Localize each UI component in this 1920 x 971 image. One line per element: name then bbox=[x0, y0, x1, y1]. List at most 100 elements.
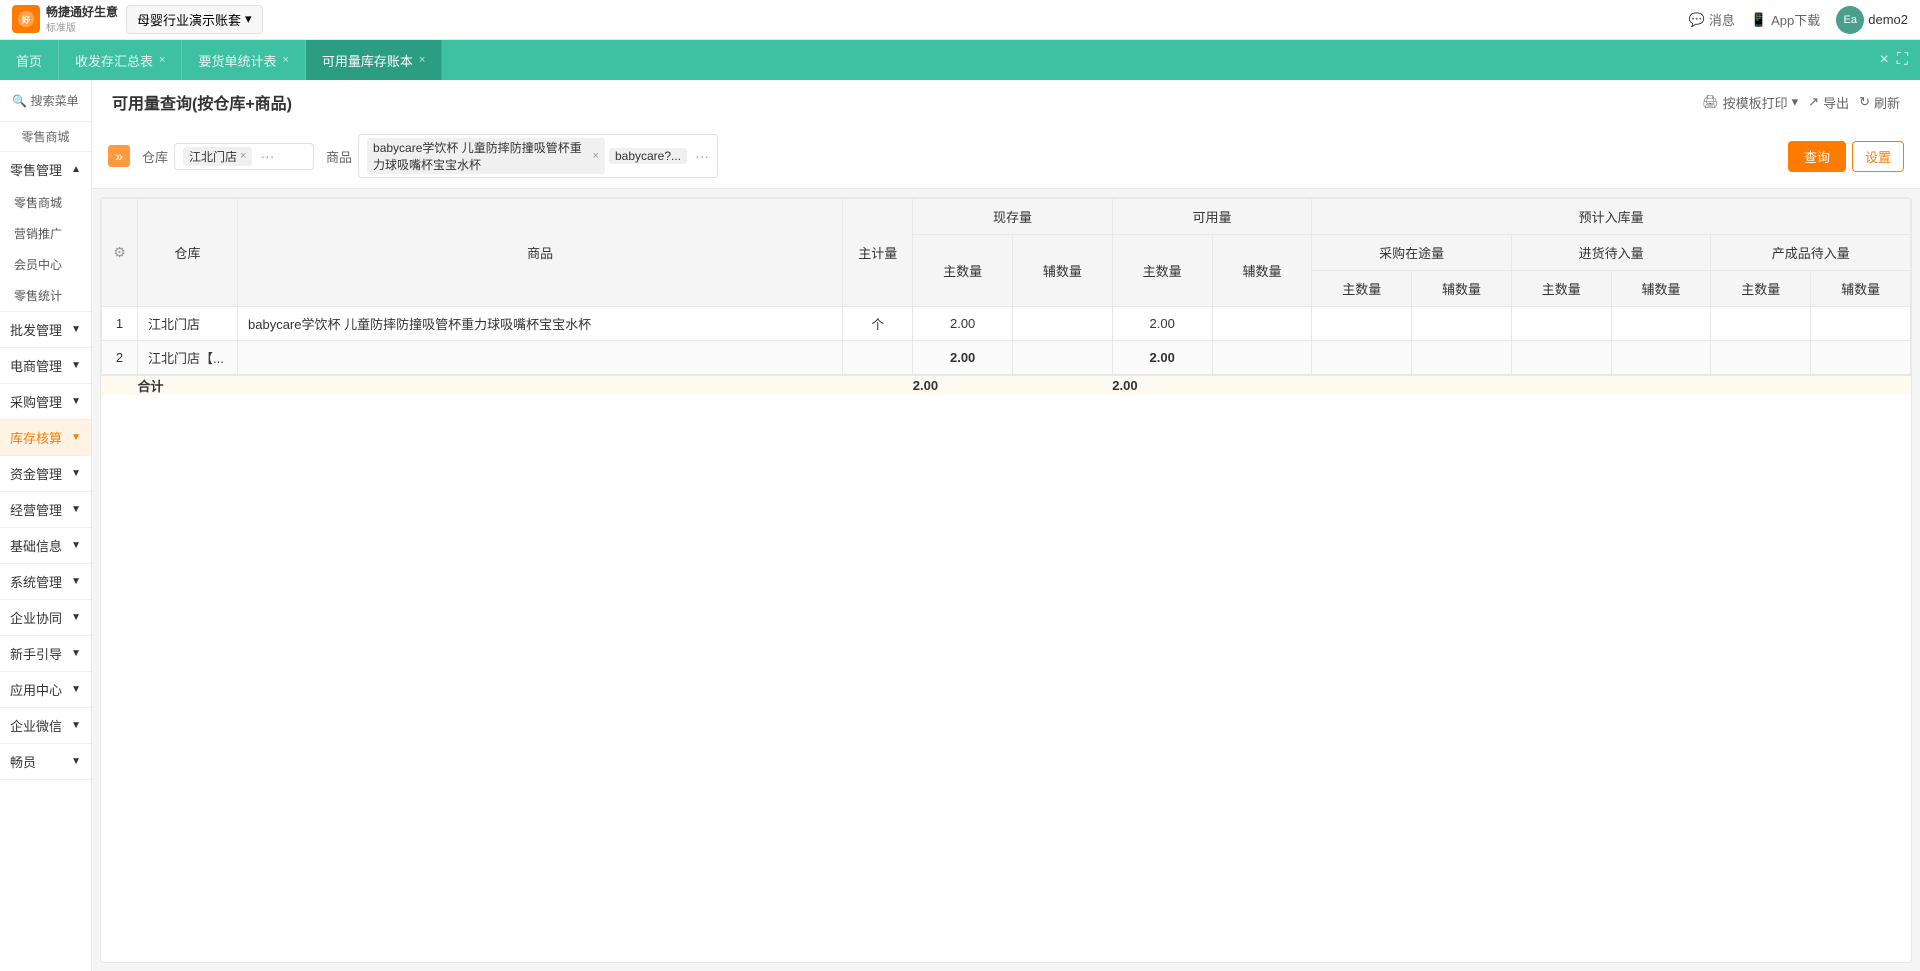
sidebar-group-header-zijinguanli[interactable]: 资金管理 ▼ bbox=[0, 456, 91, 491]
product-tag1-close[interactable]: × bbox=[593, 150, 599, 162]
search-icon: 🔍 bbox=[12, 94, 27, 108]
td-seq-2: 2 bbox=[102, 341, 138, 376]
sidebar-group-xinshouyindao: 新手引导 ▼ bbox=[0, 636, 91, 672]
nav-close-btn[interactable]: × bbox=[1879, 51, 1888, 69]
tab-yaohuo-close[interactable]: × bbox=[282, 54, 288, 66]
chevron-down-icon-xinshou: ▼ bbox=[71, 648, 81, 659]
td-footer-incoming-sub bbox=[1611, 375, 1711, 395]
sidebar-group-header-lingshouguan[interactable]: 零售管理 ▲ bbox=[0, 152, 91, 187]
filter-toggle-button[interactable]: » bbox=[108, 145, 130, 167]
tab-shoufacun[interactable]: 收发存汇总表 × bbox=[59, 40, 182, 80]
sidebar-group-header-pifaguanli[interactable]: 批发管理 ▼ bbox=[0, 312, 91, 347]
top-bar: 好 畅捷通好生意 标准版 母婴行业演示账套 ▾ 💬 消息 📱 App下载 Ea … bbox=[0, 0, 1920, 40]
td-seq-1: 1 bbox=[102, 307, 138, 341]
warehouse-tag-close[interactable]: × bbox=[240, 150, 246, 162]
sidebar-group-header-jingguanli[interactable]: 经营管理 ▼ bbox=[0, 492, 91, 527]
logo-texts: 畅捷通好生意 标准版 bbox=[46, 5, 118, 34]
nav-fullscreen-btn[interactable]: ⛶ bbox=[1897, 51, 1908, 69]
logo-sub-text: 标准版 bbox=[46, 19, 118, 34]
sidebar-group-header-jichuxinxi[interactable]: 基础信息 ▼ bbox=[0, 528, 91, 563]
sidebar-group-header-yingyong[interactable]: 应用中心 ▼ bbox=[0, 672, 91, 707]
tab-kecun[interactable]: 可用量库存账本 × bbox=[306, 40, 442, 80]
warehouse-label: 仓库 bbox=[142, 147, 168, 166]
th-product: 商品 bbox=[238, 199, 843, 307]
chevron-down-icon-yingyong: ▼ bbox=[71, 684, 81, 695]
company-selector[interactable]: 母婴行业演示账套 ▾ bbox=[126, 5, 263, 34]
sidebar-item-huiyuanzhongxin[interactable]: 会员中心 bbox=[0, 249, 91, 280]
td-available-sub-1 bbox=[1212, 307, 1312, 341]
td-footer-product-sub bbox=[1811, 375, 1911, 395]
filter-actions: 查询 设置 bbox=[1788, 141, 1904, 172]
main-layout: 🔍 搜索菜单 零售商城 零售管理 ▲ 零售商城 营销推广 会员中心 零售统计 批… bbox=[0, 80, 1920, 971]
td-available-sub-2 bbox=[1212, 341, 1312, 376]
sidebar-group-header-kucunhesuan[interactable]: 库存核算 ▼ bbox=[0, 420, 91, 455]
table-row: 1 江北门店 babycare学饮杯 儿童防摔防撞吸管杯重力球吸嘴杯宝宝水杯 个… bbox=[102, 307, 1911, 341]
sidebar-group-header-dianshouguanli[interactable]: 电商管理 ▼ bbox=[0, 348, 91, 383]
sidebar-group-header-xitongguanli[interactable]: 系统管理 ▼ bbox=[0, 564, 91, 599]
sidebar-group-header-qiyexietong[interactable]: 企业协同 ▼ bbox=[0, 600, 91, 635]
td-incoming-sub-2 bbox=[1611, 341, 1711, 376]
td-current-sub-1 bbox=[1013, 307, 1113, 341]
sidebar-group-kucunhesuan: 库存核算 ▼ bbox=[0, 420, 91, 456]
refresh-button[interactable]: ↻ 刷新 bbox=[1859, 93, 1900, 112]
product-input[interactable]: babycare学饮杯 儿童防摔防撞吸管杯重力球吸嘴杯宝宝水杯 × babyca… bbox=[358, 134, 718, 178]
sidebar-group-header-changyuan[interactable]: 畅员 ▼ bbox=[0, 744, 91, 779]
quick-nav-button[interactable]: 零售商城 bbox=[0, 122, 91, 152]
sidebar-item-yingxiaotuiguang[interactable]: 营销推广 bbox=[0, 218, 91, 249]
sidebar-item-lingshoutongji[interactable]: 零售统计 bbox=[0, 280, 91, 311]
sidebar-group-qiyeweixin: 企业微信 ▼ bbox=[0, 708, 91, 744]
sidebar-group-label-caigoguanli: 采购管理 bbox=[10, 392, 62, 411]
th-main-unit: 主计量 bbox=[843, 199, 913, 307]
th-available-group: 可用量 bbox=[1112, 199, 1312, 235]
export-icon: ↗ bbox=[1808, 94, 1819, 110]
sidebar-item-lingshoushanghcheng[interactable]: 零售商城 bbox=[0, 187, 91, 218]
td-unit-2 bbox=[843, 341, 913, 376]
sidebar-group-label-qiyeweixin: 企业微信 bbox=[10, 716, 62, 735]
warehouse-more-icon[interactable]: ··· bbox=[260, 148, 274, 164]
tab-kecun-close[interactable]: × bbox=[419, 54, 425, 66]
page-header: 可用量查询(按仓库+商品) 🖨 按模板打印 ▾ ↗ 导出 ↻ 刷新 bbox=[92, 80, 1920, 124]
print-button[interactable]: 🖨 按模板打印 ▾ bbox=[1702, 93, 1798, 112]
nav-spacer bbox=[442, 40, 1867, 80]
product-tag1-text: babycare学饮杯 儿童防摔防撞吸管杯重力球吸嘴杯宝宝水杯 bbox=[373, 139, 590, 173]
sidebar-group-changyuan: 畅员 ▼ bbox=[0, 744, 91, 780]
query-button[interactable]: 查询 bbox=[1788, 141, 1846, 172]
chevron-down-icon-weixin: ▼ bbox=[71, 720, 81, 731]
avatar: Ea bbox=[1836, 6, 1864, 34]
logo-icon: 好 bbox=[12, 5, 40, 33]
export-button[interactable]: ↗ 导出 bbox=[1808, 93, 1849, 112]
product-filter: 商品 babycare学饮杯 儿童防摔防撞吸管杯重力球吸嘴杯宝宝水杯 × bab… bbox=[326, 134, 718, 178]
tab-yaohuo[interactable]: 要货单统计表 × bbox=[182, 40, 305, 80]
setting-button[interactable]: 设置 bbox=[1852, 141, 1904, 172]
tab-home[interactable]: 首页 bbox=[0, 40, 59, 80]
sidebar-group-header-caigoguanli[interactable]: 采购管理 ▼ bbox=[0, 384, 91, 419]
chevron-down-icon-jing: ▼ bbox=[71, 504, 81, 515]
td-footer-product-main bbox=[1711, 375, 1811, 395]
th-purchase-sub: 辅数量 bbox=[1412, 271, 1512, 307]
tab-shoufacun-close[interactable]: × bbox=[159, 54, 165, 66]
app-download-button[interactable]: 📱 App下载 bbox=[1751, 10, 1820, 29]
page-header-actions: 🖨 按模板打印 ▾ ↗ 导出 ↻ 刷新 bbox=[1702, 93, 1900, 122]
td-footer-current-sub bbox=[1013, 375, 1113, 395]
main-table: ⚙ 仓库 商品 主计量 现存量 可用量 预计入库量 主数量 辅数量 主数量 辅数… bbox=[101, 198, 1911, 395]
td-incoming-sub-1 bbox=[1611, 307, 1711, 341]
search-menu-button[interactable]: 🔍 搜索菜单 bbox=[8, 88, 83, 113]
refresh-icon: ↻ bbox=[1859, 94, 1870, 110]
app-label: App下载 bbox=[1771, 10, 1820, 29]
chevron-down-icon-dianshou: ▼ bbox=[71, 360, 81, 371]
product-more-icon[interactable]: ··· bbox=[695, 148, 709, 164]
table-container: ⚙ 仓库 商品 主计量 现存量 可用量 预计入库量 主数量 辅数量 主数量 辅数… bbox=[100, 197, 1912, 963]
th-incoming-main: 主数量 bbox=[1511, 271, 1611, 307]
sidebar-group-header-qiyeweixin[interactable]: 企业微信 ▼ bbox=[0, 708, 91, 743]
sidebar-group-header-xinshouyindao[interactable]: 新手引导 ▼ bbox=[0, 636, 91, 671]
td-footer-label: 合计 bbox=[138, 375, 913, 395]
th-gear[interactable]: ⚙ bbox=[102, 199, 138, 307]
msg-button[interactable]: 💬 消息 bbox=[1689, 10, 1735, 29]
chevron-down-icon-pifa: ▼ bbox=[71, 324, 81, 335]
td-purchase-main-2 bbox=[1312, 341, 1412, 376]
user-area[interactable]: Ea demo2 bbox=[1836, 6, 1908, 34]
td-warehouse-1: 江北门店 bbox=[138, 307, 238, 341]
sidebar-group-lingshouguan: 零售管理 ▲ 零售商城 营销推广 会员中心 零售统计 bbox=[0, 152, 91, 312]
username-label: demo2 bbox=[1868, 12, 1908, 27]
warehouse-input[interactable]: 江北门店 × ··· bbox=[174, 143, 314, 170]
